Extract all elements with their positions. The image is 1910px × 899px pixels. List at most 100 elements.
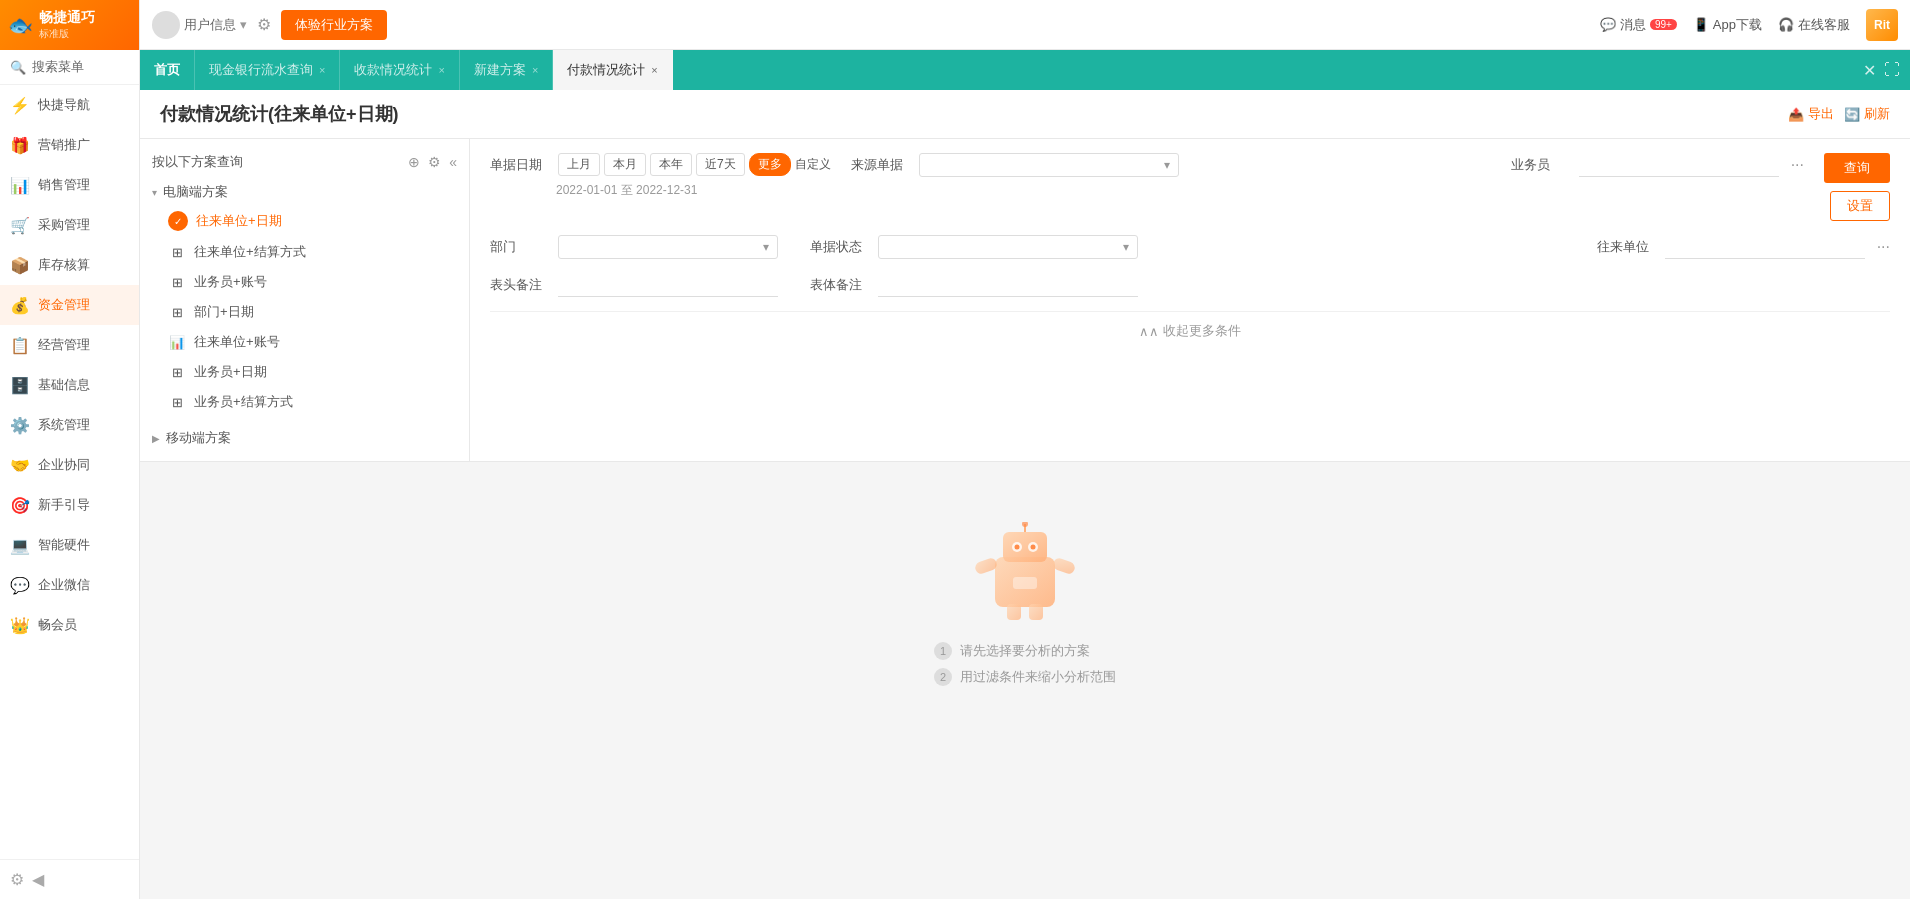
dept-select[interactable]: ▾ [558, 235, 778, 259]
scheme-item-dept-date[interactable]: ⊞ 部门+日期 [140, 297, 469, 327]
sidebar-item-marketing[interactable]: 🎁 营销推广 [0, 125, 139, 165]
scheme-item-staff-settle[interactable]: ⊞ 业务员+结算方式 [140, 387, 469, 417]
collapse-scheme-icon[interactable]: « [449, 154, 457, 170]
user-avatar-topbar[interactable]: Rit [1866, 9, 1898, 41]
add-scheme-icon[interactable]: ⊕ [408, 154, 420, 170]
export-button[interactable]: 📤 导出 [1788, 105, 1834, 123]
settings-bottom-icon[interactable]: ⚙ [10, 870, 24, 889]
topbar-gear-icon[interactable]: ⚙ [257, 15, 271, 34]
close-all-tabs-icon[interactable]: ✕ [1863, 61, 1876, 80]
sidebar-item-corp[interactable]: 🤝 企业协同 [0, 445, 139, 485]
search-icon: 🔍 [10, 60, 26, 75]
tab-payment-stats[interactable]: 付款情况统计 × [553, 50, 672, 90]
more-dates-btn[interactable]: 更多 [749, 153, 791, 176]
close-collection-stats-icon[interactable]: × [438, 64, 444, 76]
staff-more-icon[interactable]: ··· [1791, 156, 1804, 174]
finance-icon: 💰 [10, 295, 30, 315]
query-button[interactable]: 查询 [1824, 153, 1890, 183]
sidebar-item-inventory[interactable]: 📦 库存核算 [0, 245, 139, 285]
close-payment-stats-icon[interactable]: × [651, 64, 657, 76]
hardware-icon: 💻 [10, 535, 30, 555]
tab-new-scheme[interactable]: 新建方案 × [460, 50, 553, 90]
counterpart-date-icon: ✓ [168, 211, 188, 231]
sales-icon: 📊 [10, 175, 30, 195]
sidebar-bottom: ⚙ ◀ [0, 859, 139, 899]
staff-input[interactable] [1579, 153, 1779, 177]
sidebar-item-label: 资金管理 [38, 296, 90, 314]
system-icon: ⚙️ [10, 415, 30, 435]
filter-row-1: 单据日期 上月 本月 本年 近7天 更多 自定义 2022 [490, 153, 1890, 221]
last-7-days-btn[interactable]: 近7天 [696, 153, 745, 176]
sidebar-item-quick-nav[interactable]: ⚡ 快捷导航 [0, 85, 139, 125]
sidebar-item-label: 经营管理 [38, 336, 90, 354]
scheme-item-staff-account[interactable]: ⊞ 业务员+账号 [140, 267, 469, 297]
collapse-bar: ∧∧ 收起更多条件 [490, 311, 1890, 350]
tab-collection-stats[interactable]: 收款情况统计 × [340, 50, 459, 90]
tab-home[interactable]: 首页 [140, 50, 195, 90]
desktop-category-label: 电脑端方案 [163, 183, 228, 201]
sidebar-search[interactable]: 🔍 搜索菜单 [0, 50, 139, 85]
sidebar-item-label: 企业协同 [38, 456, 90, 474]
scheme-settings-icon[interactable]: ⚙ [428, 154, 441, 170]
settings-button[interactable]: 设置 [1830, 191, 1890, 221]
this-month-btn[interactable]: 本月 [604, 153, 646, 176]
staff-account-icon: ⊞ [168, 273, 186, 291]
close-new-scheme-icon[interactable]: × [532, 64, 538, 76]
refresh-button[interactable]: 🔄 刷新 [1844, 105, 1890, 123]
sidebar-item-guide[interactable]: 🎯 新手引导 [0, 485, 139, 525]
this-year-btn[interactable]: 本年 [650, 153, 692, 176]
source-select[interactable]: ▾ [919, 153, 1179, 177]
body-note-label: 表体备注 [810, 276, 870, 294]
sidebar-item-hardware[interactable]: 💻 智能硬件 [0, 525, 139, 565]
scheme-category-desktop[interactable]: ▾ 电脑端方案 [140, 179, 469, 205]
sidebar-item-basic[interactable]: 🗄️ 基础信息 [0, 365, 139, 405]
doc-status-select[interactable]: ▾ [878, 235, 1138, 259]
scheme-item-counterpart-date[interactable]: ✓ 往来单位+日期 [140, 205, 469, 237]
last-month-btn[interactable]: 上月 [558, 153, 600, 176]
date-range-text: 2022-01-01 至 2022-12-31 [556, 182, 697, 199]
custom-label[interactable]: 自定义 [795, 156, 831, 173]
guide-icon: 🎯 [10, 495, 30, 515]
member-icon: 👑 [10, 615, 30, 635]
counterpart-account-icon: 📊 [168, 333, 186, 351]
scheme-category-mobile[interactable]: ▶ 移动端方案 [140, 425, 469, 451]
collapse-button[interactable]: ∧∧ 收起更多条件 [1139, 322, 1241, 340]
tab-bank-flow-label: 现金银行流水查询 [209, 61, 313, 79]
user-avatar [152, 11, 180, 39]
sidebar-item-system[interactable]: ⚙️ 系统管理 [0, 405, 139, 445]
counterpart-more-icon[interactable]: ··· [1877, 238, 1890, 256]
sidebar-item-finance[interactable]: 💰 资金管理 [0, 285, 139, 325]
svg-point-4 [1015, 545, 1020, 550]
query-section: 查询 设置 [1824, 153, 1890, 221]
sidebar-item-sales[interactable]: 📊 销售管理 [0, 165, 139, 205]
staff-date-icon: ⊞ [168, 363, 186, 381]
scheme-item-counterpart-account[interactable]: 📊 往来单位+账号 [140, 327, 469, 357]
sidebar-item-purchase[interactable]: 🛒 采购管理 [0, 205, 139, 245]
body-note-input[interactable] [878, 273, 1138, 297]
messages-item[interactable]: 💬 消息 99+ [1600, 16, 1677, 34]
tab-actions: ✕ ⛶ [1853, 61, 1910, 80]
scheme-item-staff-date[interactable]: ⊞ 业务员+日期 [140, 357, 469, 387]
app-download-item[interactable]: 📱 App下载 [1693, 16, 1762, 34]
body-note-item: 表体备注 [810, 273, 1890, 297]
header-note-label: 表头备注 [490, 276, 550, 294]
collapse-sidebar-icon[interactable]: ◀ [32, 870, 44, 889]
dept-select-arrow: ▾ [763, 240, 769, 254]
hint-1-text: 请先选择要分析的方案 [960, 642, 1090, 660]
sidebar-item-operation[interactable]: 📋 经营管理 [0, 325, 139, 365]
header-note-input[interactable] [558, 273, 778, 297]
close-bank-flow-icon[interactable]: × [319, 64, 325, 76]
expand-tab-icon[interactable]: ⛶ [1884, 61, 1900, 79]
counterpart-input[interactable] [1665, 235, 1865, 259]
trial-button[interactable]: 体验行业方案 [281, 10, 387, 40]
scheme-item-counterpart-settle[interactable]: ⊞ 往来单位+结算方式 [140, 237, 469, 267]
messages-label: 消息 [1620, 16, 1646, 34]
inventory-icon: 📦 [10, 255, 30, 275]
sidebar-item-member[interactable]: 👑 畅会员 [0, 605, 139, 645]
doc-status-label: 单据状态 [810, 238, 870, 256]
tab-bank-flow[interactable]: 现金银行流水查询 × [195, 50, 340, 90]
online-service-item[interactable]: 🎧 在线客服 [1778, 16, 1850, 34]
topbar-right: 💬 消息 99+ 📱 App下载 🎧 在线客服 Rit [1600, 9, 1898, 41]
sidebar-item-wechat[interactable]: 💬 企业微信 [0, 565, 139, 605]
user-dropdown-arrow[interactable]: ▾ [240, 17, 247, 32]
